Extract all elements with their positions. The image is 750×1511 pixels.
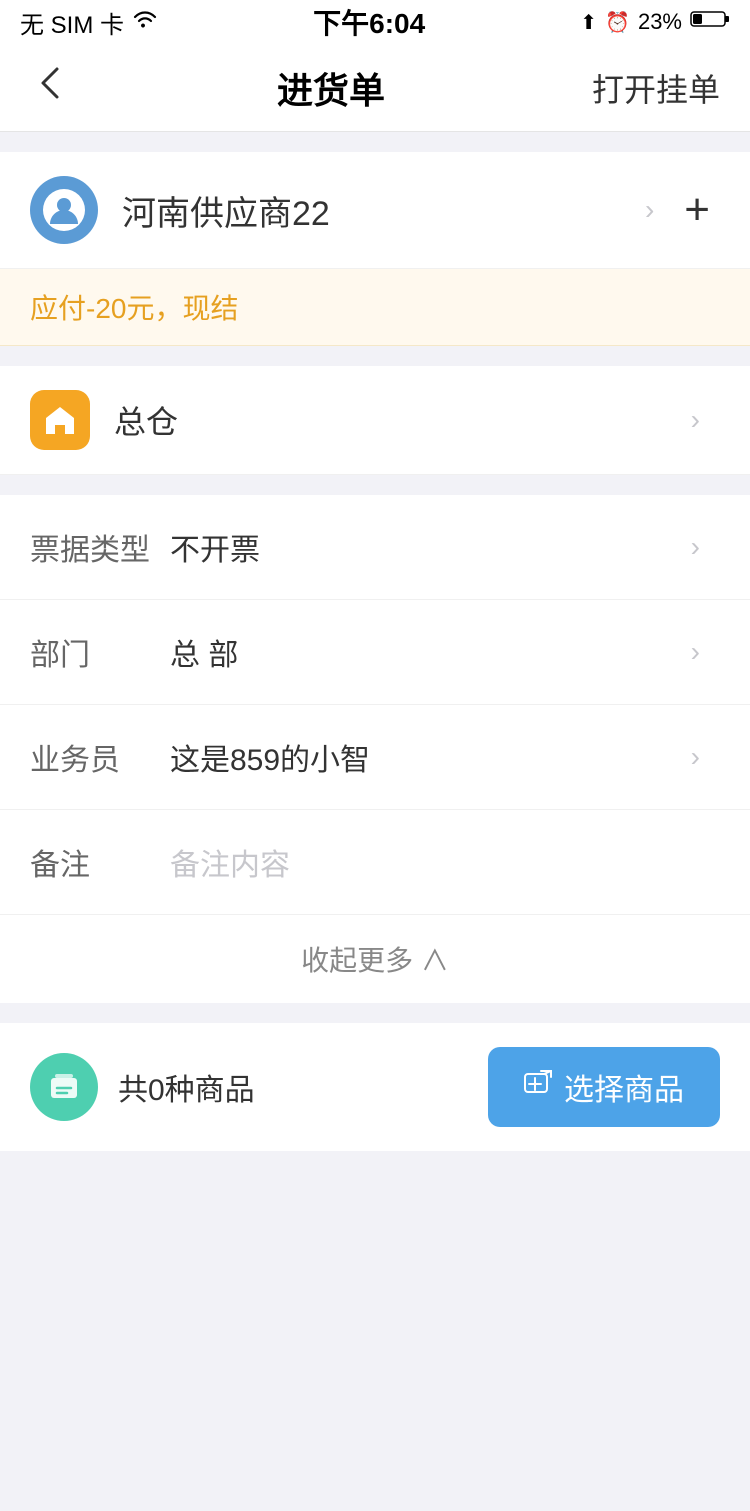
fields-section: 票据类型 不开票 › 部门 总 部 › 业务员 这是859的小智 › 备注 备注… <box>0 495 750 1003</box>
warehouse-row[interactable]: 总仓 › <box>0 366 750 475</box>
warehouse-icon <box>30 390 90 450</box>
field-label-remark: 备注 <box>30 840 160 884</box>
supplier-section: 河南供应商22 › + 应付-20元，现结 <box>0 152 750 346</box>
field-row-salesperson[interactable]: 业务员 这是859的小智 › <box>0 705 750 810</box>
product-count: 共0种商品 <box>118 1065 488 1109</box>
field-placeholder-remark: 备注内容 <box>160 840 720 884</box>
open-pending-button[interactable]: 打开挂单 <box>592 65 720 111</box>
select-product-label: 选择商品 <box>564 1065 684 1109</box>
alarm-icon: ⏰ <box>605 10 630 35</box>
supplier-arrow-icon: › <box>645 194 654 226</box>
collapse-label: 收起更多 ∧ <box>301 939 449 979</box>
field-value-invoice-type: 不开票 <box>160 525 691 569</box>
department-arrow-icon: › <box>691 636 700 668</box>
section-divider-1 <box>0 132 750 152</box>
supplier-name: 河南供应商22 <box>122 186 645 235</box>
section-divider-3 <box>0 475 750 495</box>
field-row-remark[interactable]: 备注 备注内容 <box>0 810 750 915</box>
collapse-button[interactable]: 收起更多 ∧ <box>0 915 750 1003</box>
warehouse-arrow-icon: › <box>691 404 700 436</box>
section-divider-2 <box>0 346 750 366</box>
battery-icon <box>690 8 730 36</box>
warehouse-section: 总仓 › <box>0 366 750 475</box>
warehouse-name: 总仓 <box>114 397 691 443</box>
battery-label: 23% <box>638 9 682 35</box>
section-divider-4 <box>0 1003 750 1023</box>
back-button[interactable] <box>30 56 70 119</box>
field-label-salesperson: 业务员 <box>30 735 160 779</box>
field-row-invoice-type[interactable]: 票据类型 不开票 › <box>0 495 750 600</box>
product-bar: 共0种商品 选择商品 <box>0 1023 750 1151</box>
add-supplier-button[interactable]: + <box>674 188 720 232</box>
page-title: 进货单 <box>277 62 385 114</box>
field-value-salesperson: 这是859的小智 <box>160 735 691 779</box>
field-row-department[interactable]: 部门 总 部 › <box>0 600 750 705</box>
location-icon: ⬆ <box>580 10 597 35</box>
field-label-invoice-type: 票据类型 <box>30 525 160 569</box>
field-value-department: 总 部 <box>160 630 691 674</box>
product-icon <box>30 1053 98 1121</box>
nav-bar: 进货单 打开挂单 <box>0 44 750 132</box>
status-left: 无 SIM 卡 <box>20 5 158 40</box>
supplier-avatar <box>30 176 98 244</box>
time-label: 下午6:04 <box>313 2 425 42</box>
content-below <box>0 1151 750 1511</box>
carrier-label: 无 SIM 卡 <box>20 5 124 40</box>
salesperson-arrow-icon: › <box>691 741 700 773</box>
status-right: ⬆ ⏰ 23% <box>580 8 730 36</box>
status-bar: 无 SIM 卡 下午6:04 ⬆ ⏰ 23% <box>0 0 750 44</box>
info-banner: 应付-20元，现结 <box>0 269 750 346</box>
info-text: 应付-20元，现结 <box>30 293 238 324</box>
supplier-row[interactable]: 河南供应商22 › + <box>0 152 750 269</box>
wifi-icon <box>132 8 158 36</box>
select-product-button[interactable]: 选择商品 <box>488 1047 720 1127</box>
select-icon <box>524 1070 554 1104</box>
field-label-department: 部门 <box>30 630 160 674</box>
invoice-type-arrow-icon: › <box>691 531 700 563</box>
